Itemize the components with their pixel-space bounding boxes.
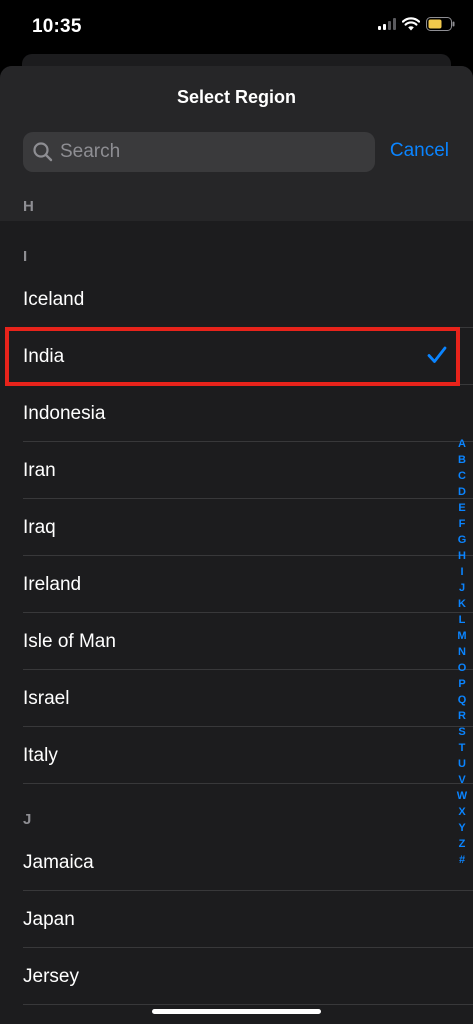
index-letter[interactable]: U xyxy=(458,756,466,772)
list-item[interactable]: Iran xyxy=(0,442,473,499)
index-letter[interactable]: K xyxy=(458,596,466,612)
list-item[interactable]: Italy xyxy=(0,727,473,784)
status-icons xyxy=(378,17,455,31)
index-letter[interactable]: J xyxy=(459,580,465,596)
index-letter[interactable]: X xyxy=(458,804,465,820)
list-item[interactable]: Iceland xyxy=(0,271,473,328)
select-region-sheet: Select Region Cancel H I Iceland India I… xyxy=(0,66,473,1024)
index-letter[interactable]: F xyxy=(459,516,466,532)
index-letter[interactable]: Q xyxy=(458,692,467,708)
list-item-label: Indonesia xyxy=(23,402,106,424)
search-field[interactable] xyxy=(23,132,375,172)
index-letter[interactable]: C xyxy=(458,468,466,484)
index-letter[interactable]: H xyxy=(458,548,466,564)
index-letter[interactable]: # xyxy=(459,852,465,868)
section-header-h: H xyxy=(0,191,473,221)
status-time: 10:35 xyxy=(32,16,82,37)
search-input[interactable] xyxy=(60,141,360,163)
list-item-label: Iceland xyxy=(23,288,85,310)
region-list[interactable]: H I Iceland India Indonesia Iran Iraq Ir… xyxy=(0,191,473,1005)
list-item[interactable]: Isle of Man xyxy=(0,613,473,670)
section-header-i: I xyxy=(23,247,28,265)
status-bar: 10:35 xyxy=(0,0,473,58)
index-letter[interactable]: S xyxy=(458,724,465,740)
list-item-label: Ireland xyxy=(23,573,82,595)
index-letter[interactable]: L xyxy=(459,612,466,628)
list-item-label: Jersey xyxy=(23,965,79,987)
index-letter[interactable]: P xyxy=(458,676,465,692)
battery-icon xyxy=(426,17,455,31)
home-indicator[interactable] xyxy=(152,1009,321,1014)
list-item-label: Jamaica xyxy=(23,851,94,873)
index-letter[interactable]: B xyxy=(458,452,466,468)
index-letter[interactable]: D xyxy=(458,484,466,500)
list-item-label: India xyxy=(23,345,65,367)
list-item[interactable]: Iraq xyxy=(0,499,473,556)
list-item-label: Iran xyxy=(23,459,56,481)
index-letter[interactable]: N xyxy=(458,644,466,660)
sheet-header: Select Region Cancel xyxy=(0,66,473,191)
list-item-label: Isle of Man xyxy=(23,630,116,652)
index-letter[interactable]: V xyxy=(458,772,465,788)
list-item[interactable]: Japan xyxy=(0,891,473,948)
index-letter[interactable]: Z xyxy=(459,836,466,852)
index-letter[interactable]: O xyxy=(458,660,467,676)
index-letter[interactable]: A xyxy=(458,436,466,452)
list-item[interactable]: Israel xyxy=(0,670,473,727)
section-header-j: J xyxy=(23,810,32,828)
list-item-selected[interactable]: India xyxy=(0,328,473,385)
list-item-label: Israel xyxy=(23,687,70,709)
list-item-label: Iraq xyxy=(23,516,56,538)
index-letter[interactable]: R xyxy=(458,708,466,724)
index-letter[interactable]: Y xyxy=(458,820,465,836)
cellular-signal-icon xyxy=(378,18,396,30)
sheet-title: Select Region xyxy=(176,87,297,107)
list-item[interactable]: Ireland xyxy=(0,556,473,613)
index-letter[interactable]: I xyxy=(460,564,463,580)
list-item[interactable]: Jamaica xyxy=(0,834,473,891)
index-letter[interactable]: W xyxy=(457,788,467,804)
cancel-button[interactable]: Cancel xyxy=(390,140,449,162)
index-letter[interactable]: G xyxy=(458,532,467,548)
search-icon xyxy=(33,142,53,162)
index-letter[interactable]: E xyxy=(458,500,465,516)
list-item[interactable]: Jersey xyxy=(0,948,473,1005)
section-index-bar[interactable]: A B C D E F G H I J K L M N O P Q R S T U V W X Y Z # xyxy=(454,436,470,868)
index-letter[interactable]: M xyxy=(457,628,466,644)
list-item[interactable]: Indonesia xyxy=(0,385,473,442)
list-item-label: Japan xyxy=(23,908,75,930)
wifi-icon xyxy=(402,17,420,31)
list-item-label: Italy xyxy=(23,744,58,766)
checkmark-icon xyxy=(427,346,447,363)
index-letter[interactable]: T xyxy=(459,740,466,756)
